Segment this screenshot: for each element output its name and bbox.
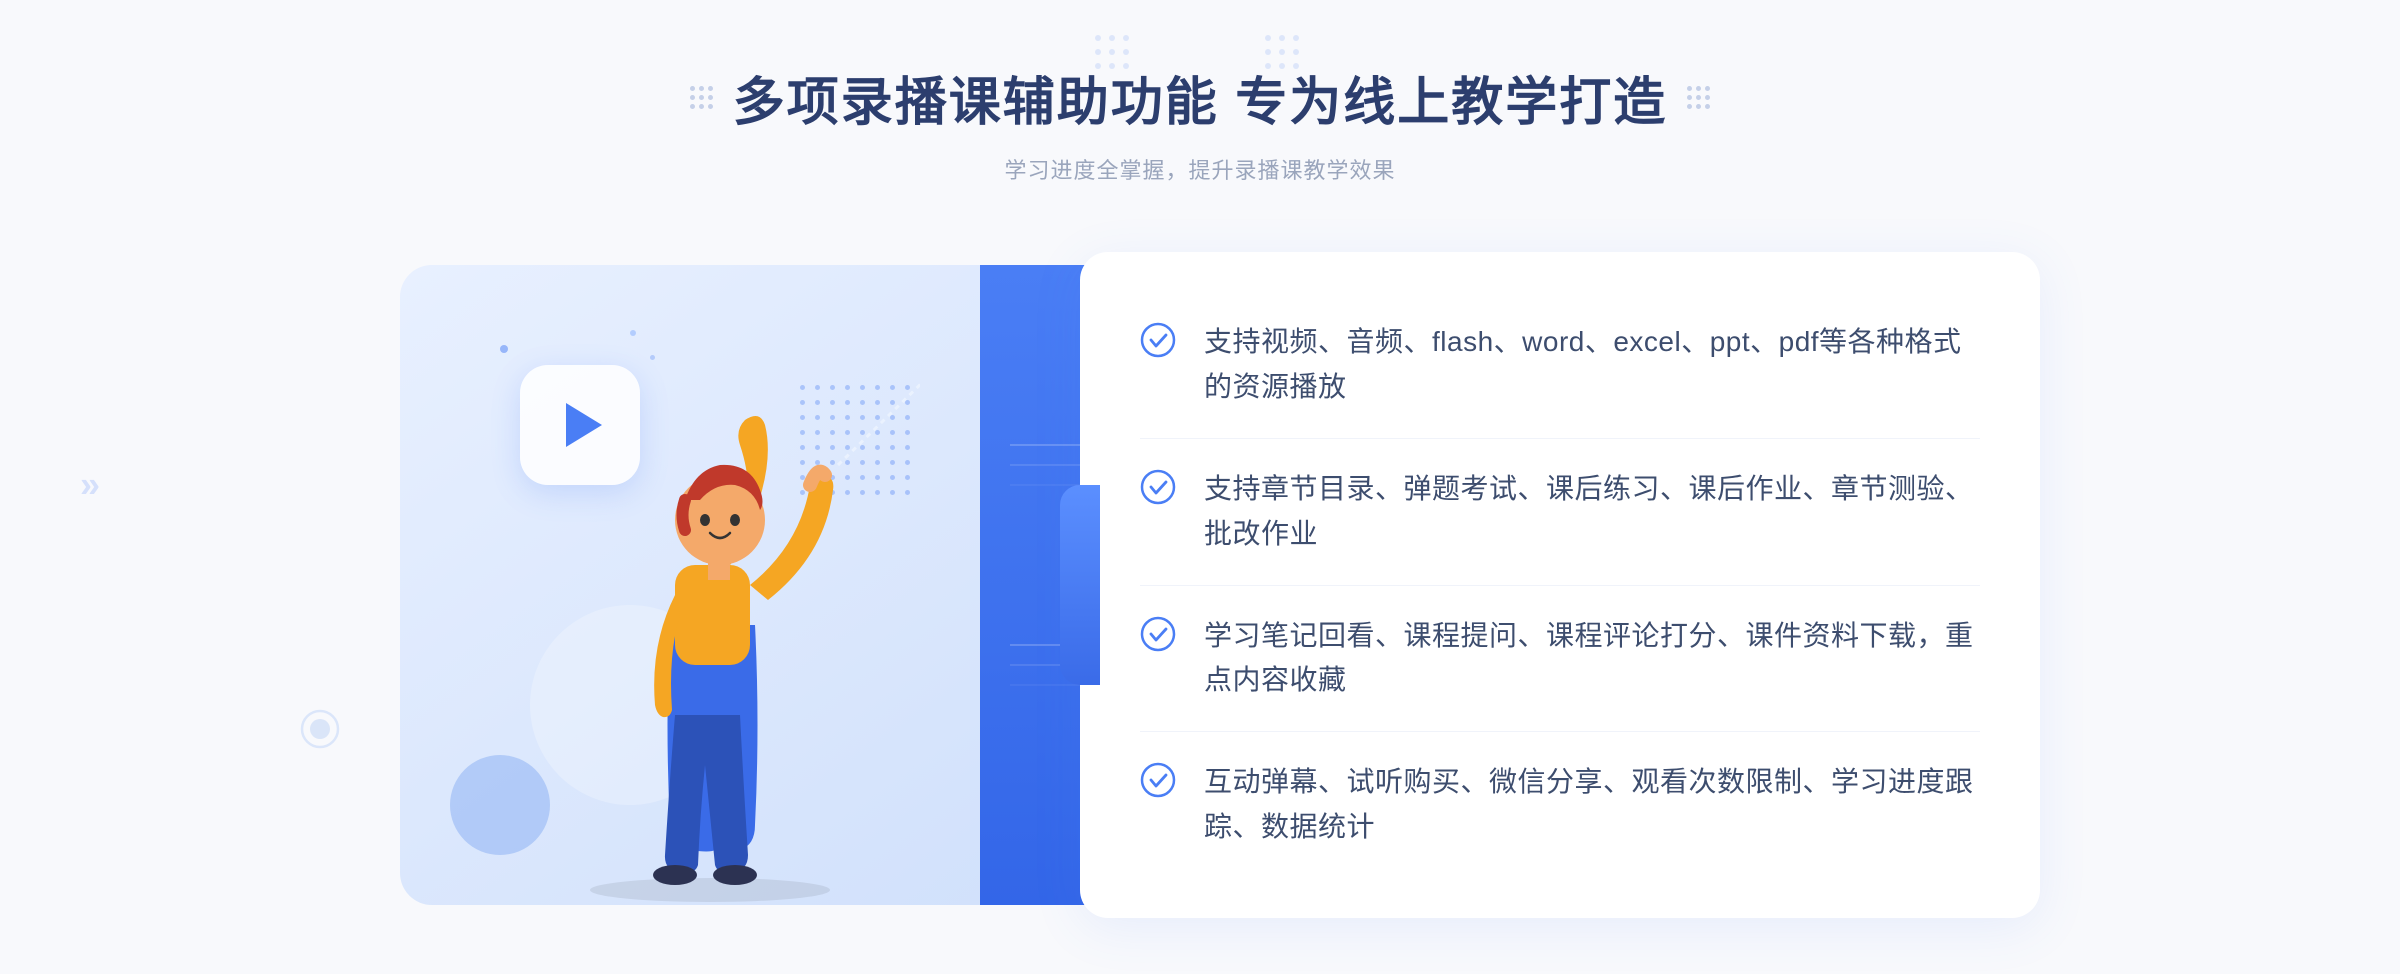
svg-text:»: » [80, 465, 100, 505]
feature-text-2: 支持章节目录、弹题考试、课后练习、课后作业、章节测验、批改作业 [1204, 467, 1980, 557]
main-content: 支持视频、音频、flash、word、excel、ppt、pdf等各种格式的资源… [360, 245, 2040, 925]
feature-text-3: 学习笔记回看、课程提问、课程评论打分、课件资料下载，重点内容收藏 [1204, 614, 1980, 704]
feature-item-1: 支持视频、音频、flash、word、excel、ppt、pdf等各种格式的资源… [1140, 292, 1980, 439]
feature-text-4: 互动弹幕、试听购买、微信分享、观看次数限制、学习进度跟踪、数据统计 [1204, 760, 1980, 850]
sparkle-2 [630, 330, 636, 336]
check-icon-3 [1140, 616, 1176, 652]
feature-item-3: 学习笔记回看、课程提问、课程评论打分、课件资料下载，重点内容收藏 [1140, 586, 1980, 733]
title-decoration-left [690, 86, 713, 109]
panel-accent-bar [1060, 485, 1100, 685]
title-decoration-right [1687, 86, 1710, 109]
left-arrow-decoration: » [80, 465, 120, 510]
main-title: 多项录播课辅助功能 专为线上教学打造 [733, 60, 1667, 135]
illustration-wrapper [360, 245, 1120, 925]
feature-text-1: 支持视频、音频、flash、word、excel、ppt、pdf等各种格式的资源… [1204, 320, 1980, 410]
features-panel: 支持视频、音频、flash、word、excel、ppt、pdf等各种格式的资源… [1080, 252, 2040, 917]
check-icon-2 [1140, 469, 1176, 505]
illustration-card [400, 265, 1080, 905]
page-container: » [0, 0, 2400, 974]
sub-title: 学习进度全掌握，提升录播课教学效果 [690, 153, 1710, 185]
feature-item-4: 互动弹幕、试听购买、微信分享、观看次数限制、学习进度跟踪、数据统计 [1140, 732, 1980, 878]
check-icon-4 [1140, 762, 1176, 798]
check-icon-1 [1140, 322, 1176, 358]
feature-item-2: 支持章节目录、弹题考试、课后练习、课后作业、章节测验、批改作业 [1140, 439, 1980, 586]
header-title-row: 多项录播课辅助功能 专为线上教学打造 [690, 60, 1710, 135]
header-section: 多项录播课辅助功能 专为线上教学打造 学习进度全掌握，提升录播课教学效果 [690, 0, 1710, 185]
person-illustration [500, 345, 920, 905]
